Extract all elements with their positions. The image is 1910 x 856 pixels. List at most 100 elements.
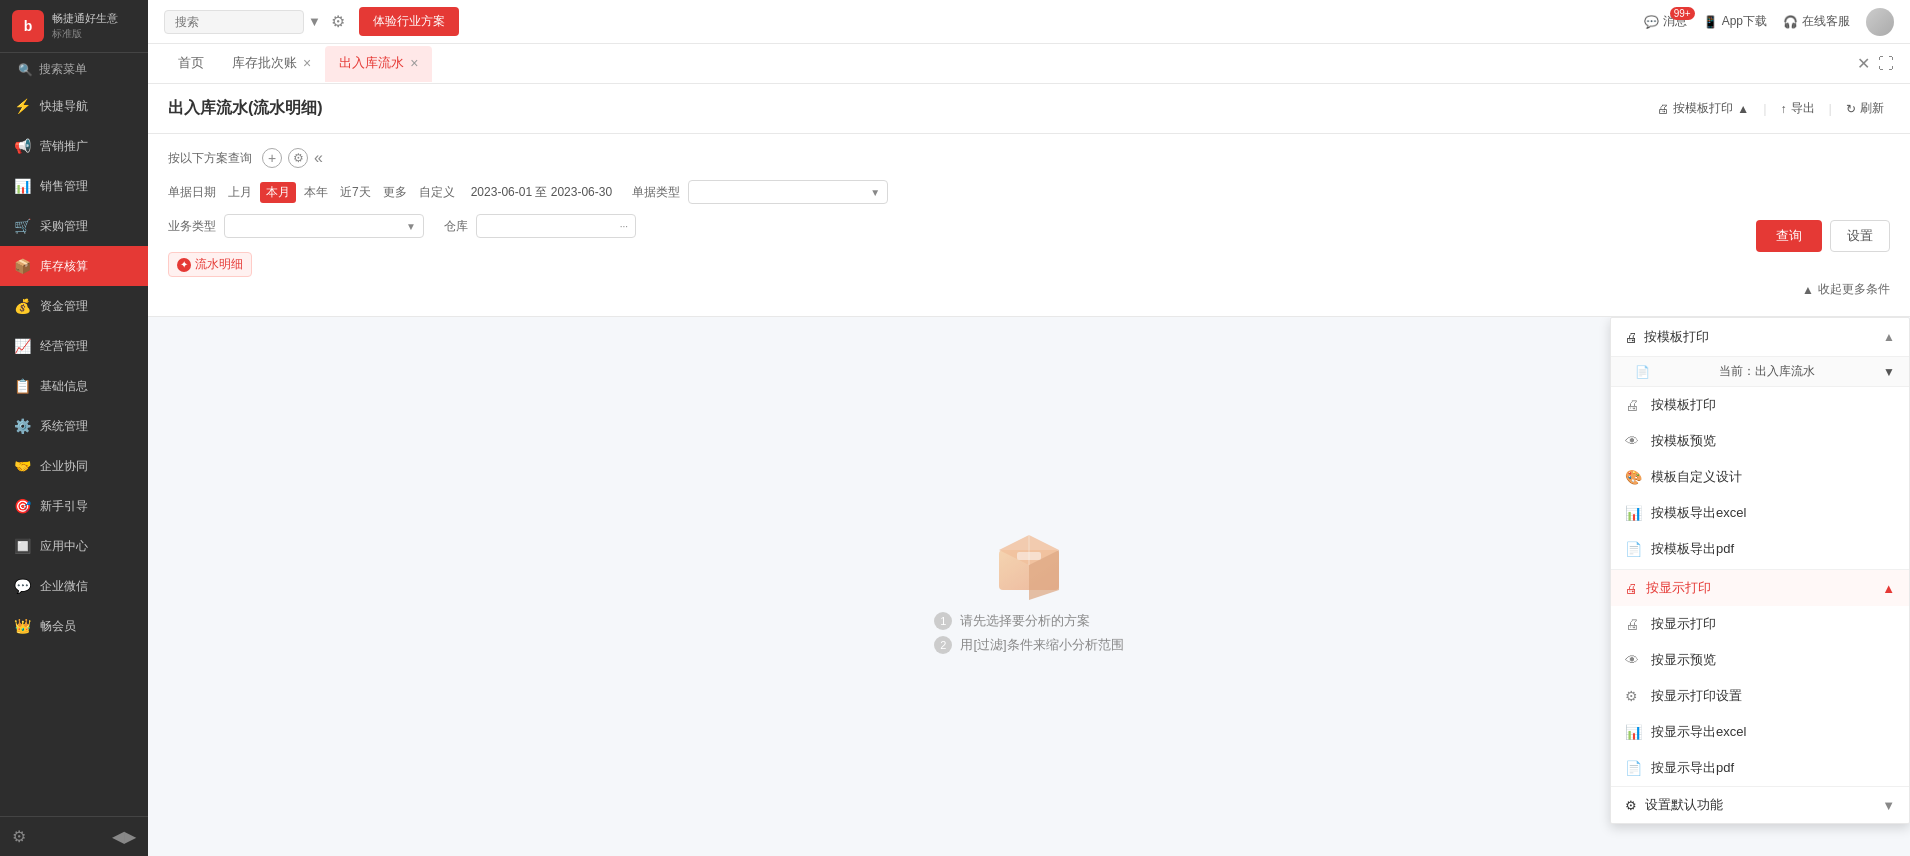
filter-tag-label: 流水明细 <box>195 256 243 273</box>
date-btn-this-month[interactable]: 本月 <box>260 182 296 203</box>
sidebar-item-quicknav[interactable]: ⚡ 快捷导航 <box>0 86 148 126</box>
display-excel-label: 按显示导出excel <box>1651 723 1746 741</box>
filter-biztype-field: 业务类型 ▼ <box>168 214 424 238</box>
dropdown-footer[interactable]: ⚙ 设置默认功能 ▼ <box>1611 786 1909 823</box>
topbar-industry-btn[interactable]: 体验行业方案 <box>359 7 459 36</box>
sidebar-item-collab-label: 企业协同 <box>40 458 88 475</box>
basic-icon: 📋 <box>12 376 32 396</box>
dropdown-item-template-preview[interactable]: 👁 按模板预览 <box>1611 423 1909 459</box>
dropdown-item-display-preview[interactable]: 👁 按显示预览 <box>1611 642 1909 678</box>
filter-biztype-select-wrap: ▼ <box>224 214 424 238</box>
dropdown-item-display-excel[interactable]: 📊 按显示导出excel <box>1611 714 1909 750</box>
filter-biztype-select[interactable] <box>224 214 424 238</box>
current-label-arrow[interactable]: ▼ <box>1883 365 1895 379</box>
date-btn-this-year[interactable]: 本年 <box>300 182 332 203</box>
template-pdf-icon: 📄 <box>1625 541 1641 557</box>
date-btn-last-month[interactable]: 上月 <box>224 182 256 203</box>
window-maximize-icon[interactable]: ⛶ <box>1878 55 1894 73</box>
topbar-online-service-btn[interactable]: 🎧 在线客服 <box>1783 13 1850 30</box>
sidebar-item-inventory[interactable]: 📦 库存核算 <box>0 246 148 286</box>
topbar-search-dropdown-icon[interactable]: ▼ <box>308 14 321 29</box>
filter-active-tag-row: ✦ 流水明细 <box>168 248 1890 277</box>
settings-btn[interactable]: 设置 <box>1830 220 1890 252</box>
sidebar-item-marketing[interactable]: 📢 营销推广 <box>0 126 148 166</box>
sidebar-item-guide[interactable]: 🎯 新手引导 <box>0 486 148 526</box>
marketing-icon: 📢 <box>12 136 32 156</box>
sidebar-search[interactable]: 🔍 搜索菜单 <box>0 53 148 86</box>
filter-add-btn[interactable]: + <box>262 148 282 168</box>
topbar-left: ▼ ⚙ 体验行业方案 <box>164 7 1644 36</box>
display-print-label: 按显示打印 <box>1651 615 1716 633</box>
collapse-sidebar-icon[interactable]: ◀▶ <box>112 827 136 846</box>
tab-flow[interactable]: 出入库流水 × <box>325 46 432 82</box>
sidebar-bottom: ⚙ ◀▶ <box>0 816 148 856</box>
empty-state: 1 请先选择要分析的方案 2 用[过滤]条件来缩小分析范围 <box>934 520 1123 654</box>
step-2-text: 用[过滤]条件来缩小分析范围 <box>960 636 1123 654</box>
sidebar-item-vip[interactable]: 👑 畅会员 <box>0 606 148 646</box>
dropdown-item-display-print[interactable]: 🖨 按显示打印 <box>1611 606 1909 642</box>
print-icon-header: 🖨 <box>1625 330 1638 345</box>
query-btn[interactable]: 查询 <box>1756 220 1822 252</box>
filter-collapse-btn[interactable]: « <box>314 149 323 167</box>
dropdown-item-display-settings[interactable]: ⚙ 按显示打印设置 <box>1611 678 1909 714</box>
dropdown-close-arrow[interactable]: ▲ <box>1883 330 1895 344</box>
refresh-btn[interactable]: ↻ 刷新 <box>1840 96 1890 121</box>
topbar: ▼ ⚙ 体验行业方案 💬 消息 99+ 📱 App下载 🎧 在线客服 <box>148 0 1910 44</box>
settings-bottom-icon[interactable]: ⚙ <box>12 827 26 846</box>
filter-warehouse-select[interactable] <box>476 214 636 238</box>
sidebar-item-inventory-label: 库存核算 <box>40 258 88 275</box>
sidebar-item-collab[interactable]: 🤝 企业协同 <box>0 446 148 486</box>
sidebar-item-basic[interactable]: 📋 基础信息 <box>0 366 148 406</box>
print-template-btn[interactable]: 🖨 按模板打印 ▲ <box>1651 96 1755 121</box>
sidebar-item-system-label: 系统管理 <box>40 418 88 435</box>
online-service-label: 在线客服 <box>1802 13 1850 30</box>
display-settings-label: 按显示打印设置 <box>1651 687 1742 705</box>
empty-state-icon <box>989 520 1069 600</box>
date-btn-custom[interactable]: 自定义 <box>415 182 459 203</box>
tab-batch[interactable]: 库存批次账 × <box>218 46 325 82</box>
window-close-icon[interactable]: ✕ <box>1857 54 1870 73</box>
dropdown-item-template-excel[interactable]: 📊 按模板导出excel <box>1611 495 1909 531</box>
filter-date-label: 单据日期 <box>168 184 216 201</box>
tab-home[interactable]: 首页 <box>164 46 218 82</box>
current-label-text: 当前：出入库流水 <box>1719 363 1815 380</box>
empty-step-1: 1 请先选择要分析的方案 <box>934 612 1123 630</box>
date-btn-more[interactable]: 更多 <box>379 182 411 203</box>
collapse-up-icon: ▲ <box>1802 283 1814 297</box>
sidebar-item-finance[interactable]: 💰 资金管理 <box>0 286 148 326</box>
sidebar: b 畅捷通好生意 标准版 🔍 搜索菜单 ⚡ 快捷导航 📢 营销推广 📊 销售管理… <box>0 0 148 856</box>
topbar-gear-icon[interactable]: ⚙ <box>331 12 345 31</box>
filter-settings-btn[interactable]: ⚙ <box>288 148 308 168</box>
topbar-app-download-btn[interactable]: 📱 App下载 <box>1703 13 1767 30</box>
headset-icon: 🎧 <box>1783 15 1798 29</box>
sidebar-item-sales[interactable]: 📊 销售管理 <box>0 166 148 206</box>
dropdown-section-2-header[interactable]: 🖨 按显示打印 ▲ <box>1611 570 1909 606</box>
topbar-user-avatar[interactable] <box>1866 8 1894 36</box>
sidebar-item-apps[interactable]: 🔲 应用中心 <box>0 526 148 566</box>
sidebar-item-wechat[interactable]: 💬 企业微信 <box>0 566 148 606</box>
dropdown-item-display-pdf[interactable]: 📄 按显示导出pdf <box>1611 750 1909 786</box>
sidebar-item-purchase[interactable]: 🛒 采购管理 <box>0 206 148 246</box>
sidebar-item-system[interactable]: ⚙️ 系统管理 <box>0 406 148 446</box>
tab-batch-close-icon[interactable]: × <box>303 55 311 71</box>
template-excel-label: 按模板导出excel <box>1651 504 1746 522</box>
sidebar-item-operations[interactable]: 📈 经营管理 <box>0 326 148 366</box>
topbar-search-input[interactable] <box>164 10 304 34</box>
tab-home-label: 首页 <box>178 54 204 72</box>
sidebar-item-guide-label: 新手引导 <box>40 498 88 515</box>
filter-doctype-select[interactable] <box>688 180 888 204</box>
date-btns: 上月 本月 本年 近7天 更多 自定义 <box>224 182 459 203</box>
dropdown-section-2: 🖨 按显示打印 ▲ 🖨 按显示打印 👁 按显示预览 ⚙ 按显示打印设置 <box>1611 569 1909 786</box>
dropdown-item-template-custom[interactable]: 🎨 模板自定义设计 <box>1611 459 1909 495</box>
date-btn-7days[interactable]: 近7天 <box>336 182 375 203</box>
collapse-more-btn[interactable]: ▲ 收起更多条件 <box>168 277 1890 302</box>
action-divider-2: | <box>1829 101 1832 116</box>
print-dropdown-panel: 🖨 按模板打印 ▲ 📄 当前：出入库流水 ▼ 🖨 按模板打印 👁 按模板预览 <box>1610 317 1910 824</box>
topbar-message-btn[interactable]: 💬 消息 99+ <box>1644 13 1687 30</box>
export-btn[interactable]: ↑ 导出 <box>1775 96 1821 121</box>
dropdown-item-template-print[interactable]: 🖨 按模板打印 <box>1611 387 1909 423</box>
dropdown-item-template-pdf[interactable]: 📄 按模板导出pdf <box>1611 531 1909 567</box>
tab-flow-close-icon[interactable]: × <box>410 55 418 71</box>
operations-icon: 📈 <box>12 336 32 356</box>
filter-header: 按以下方案查询 + ⚙ « <box>168 148 1890 168</box>
